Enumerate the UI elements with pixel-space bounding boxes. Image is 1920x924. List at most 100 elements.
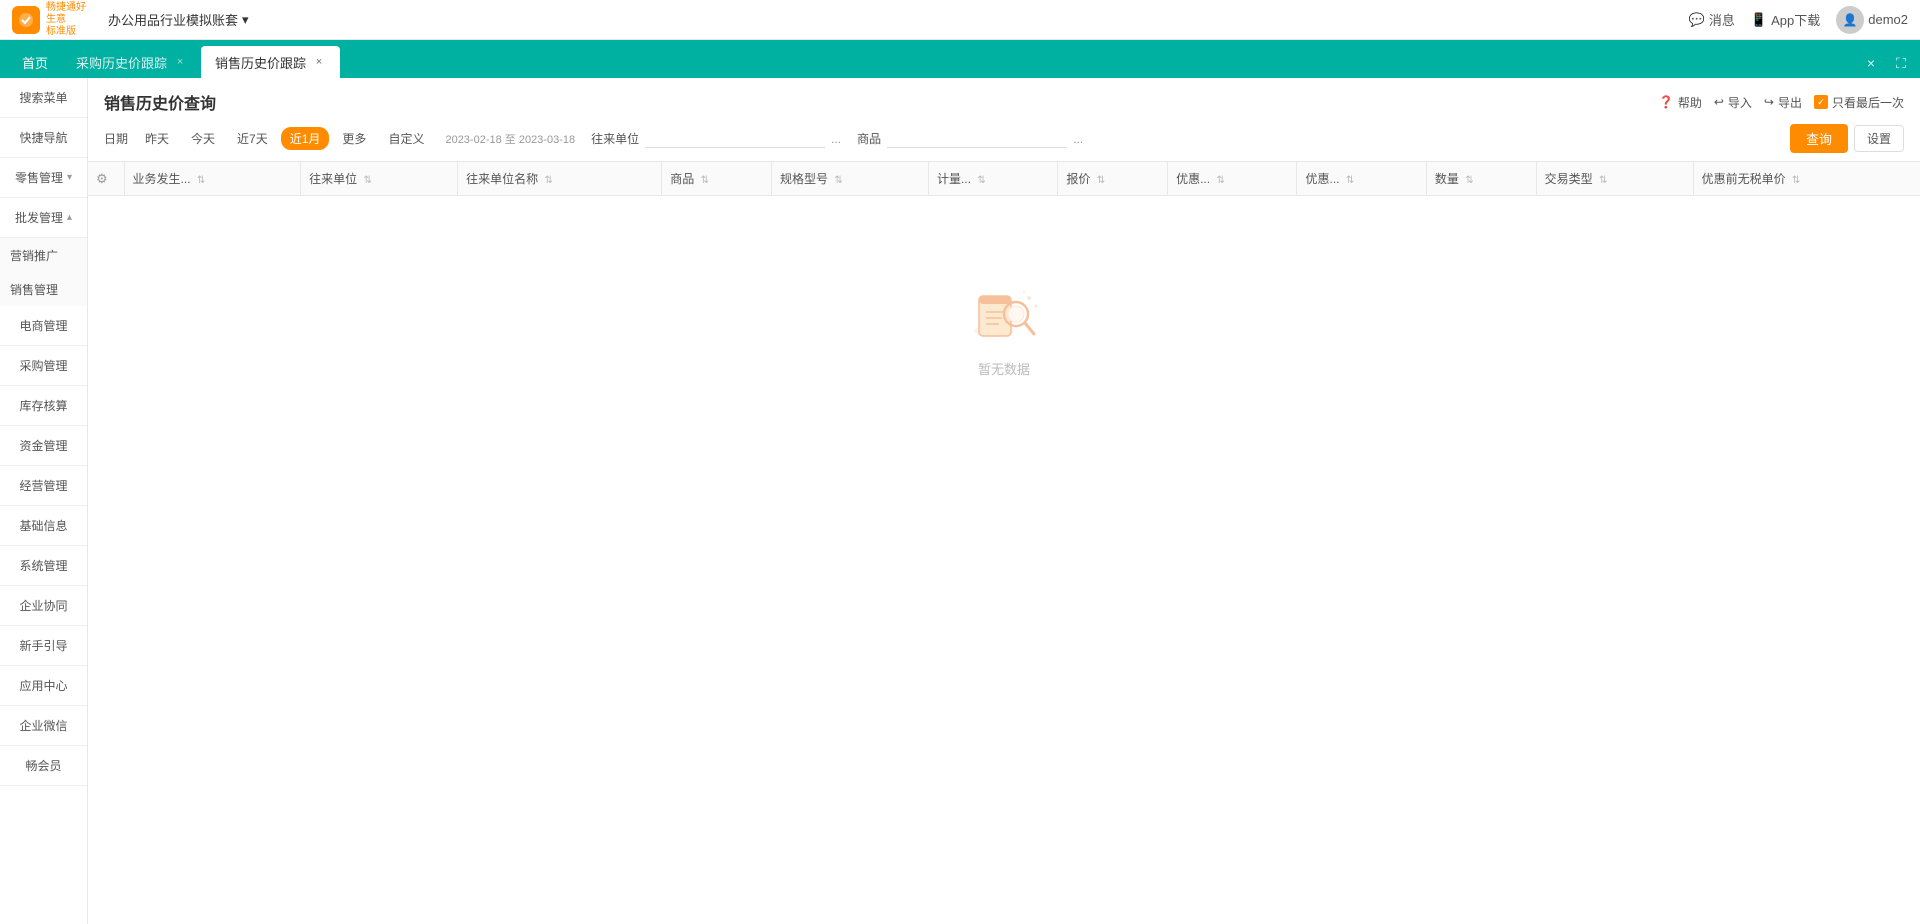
workspace-name: 办公用品行业模拟账套 <box>108 10 238 29</box>
date-btn-today[interactable]: 今天 <box>182 127 224 150</box>
table-container: ⚙ 业务发生... ⇅ 往来单位 ⇅ 往来单位名称 ⇅ <box>88 162 1920 924</box>
col-discount1-sort-icon: ⇅ <box>1216 175 1224 186</box>
goods-filter-dots[interactable]: ... <box>1073 132 1083 146</box>
tab-bar-right-actions: × ⛶ <box>1860 52 1912 78</box>
col-unit-measure[interactable]: 计量... ⇅ <box>928 162 1057 196</box>
app-download-action[interactable]: 📱 App下载 <box>1751 10 1820 29</box>
content-area: 销售历史价查询 ❓ 帮助 ↩ 导入 ↪ 导出 ✓ <box>88 78 1920 924</box>
unit-filter-input[interactable] <box>645 129 825 148</box>
col-trade-type[interactable]: 交易类型 ⇅ <box>1536 162 1693 196</box>
enterprise-wechat-label: 企业微信 <box>19 717 67 734</box>
help-icon: ❓ <box>1659 95 1674 109</box>
system-label: 系统管理 <box>19 557 67 574</box>
col-pre-tax-price-label: 优惠前无税单价 <box>1702 172 1786 186</box>
goods-filter-group: 商品 ... <box>857 129 1083 148</box>
sidebar-item-search-menu[interactable]: 搜索菜单 <box>0 78 87 118</box>
basic-info-label: 基础信息 <box>19 517 67 534</box>
top-header: 畅捷通好生意 标准版 办公用品行业模拟账套 ▾ 💬 消息 📱 App下载 👤 d… <box>0 0 1920 40</box>
workspace-selector[interactable]: 办公用品行业模拟账套 ▾ <box>100 6 257 33</box>
date-btn-1month[interactable]: 近1月 <box>281 127 330 150</box>
workspace-dropdown-icon: ▾ <box>242 12 249 28</box>
help-label: 帮助 <box>1678 94 1702 111</box>
page-actions: ❓ 帮助 ↩ 导入 ↪ 导出 ✓ 只看最后一次 <box>1659 94 1904 111</box>
sidebar-item-newbie[interactable]: 新手引导 <box>0 626 87 666</box>
sidebar-item-basic-info[interactable]: 基础信息 <box>0 506 87 546</box>
tab-purchase-history-close[interactable]: × <box>173 55 187 69</box>
app-logo-text: 畅捷通好生意 标准版 <box>46 2 92 38</box>
sidebar-item-operation[interactable]: 经营管理 <box>0 466 87 506</box>
col-spec[interactable]: 规格型号 ⇅ <box>772 162 929 196</box>
sidebar-item-enterprise-wechat[interactable]: 企业微信 <box>0 706 87 746</box>
table-header-row: ⚙ 业务发生... ⇅ 往来单位 ⇅ 往来单位名称 ⇅ <box>88 162 1920 196</box>
page-title-row: 销售历史价查询 ❓ 帮助 ↩ 导入 ↪ 导出 ✓ <box>104 90 1904 114</box>
col-unit-name-sort-icon: ⇅ <box>544 175 552 186</box>
wholesale-manage-label: 批发管理 <box>15 209 63 226</box>
sidebar-item-system[interactable]: 系统管理 <box>0 546 87 586</box>
col-discount2[interactable]: 优惠... ⇅ <box>1297 162 1426 196</box>
message-icon: 💬 <box>1689 12 1705 28</box>
col-pre-tax-price[interactable]: 优惠前无税单价 ⇅ <box>1693 162 1920 196</box>
page-header: 销售历史价查询 ❓ 帮助 ↩ 导入 ↪ 导出 ✓ <box>88 78 1920 162</box>
col-spec-sort-icon: ⇅ <box>834 175 842 186</box>
member-label: 畅会员 <box>25 757 61 774</box>
checkbox-checked-icon: ✓ <box>1814 95 1828 109</box>
sidebar-item-purchase[interactable]: 采购管理 <box>0 346 87 386</box>
wholesale-manage-arrow-icon: ▴ <box>67 212 72 223</box>
help-action[interactable]: ❓ 帮助 <box>1659 94 1702 111</box>
col-unit-code[interactable]: 往来单位 ⇅ <box>301 162 458 196</box>
fullscreen-btn[interactable]: ⛶ <box>1890 52 1912 74</box>
tab-purchase-history[interactable]: 采购历史价跟踪 × <box>62 46 201 78</box>
sidebar-item-inventory[interactable]: 库存核算 <box>0 386 87 426</box>
import-action[interactable]: ↩ 导入 <box>1714 94 1752 111</box>
newbie-label: 新手引导 <box>19 637 67 654</box>
col-unit-name[interactable]: 往来单位名称 ⇅ <box>458 162 662 196</box>
sidebar-item-wholesale-manage[interactable]: 批发管理 ▴ <box>0 198 87 238</box>
sidebar-item-finance[interactable]: 资金管理 <box>0 426 87 466</box>
avatar: 👤 <box>1836 6 1864 34</box>
retail-manage-label: 零售管理 <box>15 169 63 186</box>
col-goods[interactable]: 商品 ⇅ <box>662 162 772 196</box>
date-btn-7days[interactable]: 近7天 <box>228 127 277 150</box>
close-all-tabs-btn[interactable]: × <box>1860 52 1882 74</box>
retail-manage-arrow-icon: ▾ <box>67 172 72 183</box>
tab-home-label: 首页 <box>22 53 48 72</box>
user-action[interactable]: 👤 demo2 <box>1836 6 1908 34</box>
sidebar-item-enterprise-collab[interactable]: 企业协同 <box>0 586 87 626</box>
sidebar-item-app-center[interactable]: 应用中心 <box>0 666 87 706</box>
goods-filter-input[interactable] <box>887 129 1067 148</box>
date-btn-more[interactable]: 更多 <box>333 127 375 150</box>
only-last-checkbox[interactable]: ✓ 只看最后一次 <box>1814 94 1904 111</box>
sidebar-item-sales-manage[interactable]: 销售管理 <box>0 272 87 306</box>
export-icon: ↪ <box>1764 95 1774 109</box>
tab-sales-history[interactable]: 销售历史价跟踪 × <box>201 46 340 78</box>
unit-filter-label: 往来单位 <box>591 130 639 147</box>
sidebar-item-retail-manage[interactable]: 零售管理 ▾ <box>0 158 87 198</box>
col-discount1[interactable]: 优惠... ⇅ <box>1168 162 1297 196</box>
main-layout: 搜索菜单 快捷导航 零售管理 ▾ 批发管理 ▴ 营销推广 销售管理 电商管理 采… <box>0 78 1920 924</box>
sidebar-item-marketing[interactable]: 营销推广 <box>0 238 87 272</box>
export-action[interactable]: ↪ 导出 <box>1764 94 1802 111</box>
operation-label: 经营管理 <box>19 477 67 494</box>
date-btn-custom[interactable]: 自定义 <box>379 127 433 150</box>
col-unit-code-label: 往来单位 <box>309 172 357 186</box>
col-quote[interactable]: 报价 ⇅ <box>1058 162 1168 196</box>
date-btn-yesterday[interactable]: 昨天 <box>136 127 178 150</box>
sidebar-item-member[interactable]: 畅会员 <box>0 746 87 786</box>
col-biz-date-sort-icon: ⇅ <box>197 175 205 186</box>
col-biz-date[interactable]: 业务发生... ⇅ <box>124 162 301 196</box>
sidebar-item-ecommerce[interactable]: 电商管理 <box>0 306 87 346</box>
tab-bar: 首页 采购历史价跟踪 × 销售历史价跟踪 × × ⛶ <box>0 40 1920 78</box>
tab-sales-history-close[interactable]: × <box>312 55 326 69</box>
app-download-icon: 📱 <box>1751 12 1767 28</box>
table-settings-icon[interactable]: ⚙ <box>96 171 108 186</box>
tab-home[interactable]: 首页 <box>8 46 62 78</box>
settings-button[interactable]: 设置 <box>1854 125 1904 152</box>
col-unit-code-sort-icon: ⇅ <box>364 175 372 186</box>
message-action[interactable]: 💬 消息 <box>1689 10 1735 29</box>
col-quote-sort-icon: ⇅ <box>1097 175 1105 186</box>
query-button[interactable]: 查询 <box>1790 124 1848 153</box>
sidebar-item-quick-nav[interactable]: 快捷导航 <box>0 118 87 158</box>
col-unit-name-label: 往来单位名称 <box>466 172 538 186</box>
col-quantity[interactable]: 数量 ⇅ <box>1426 162 1536 196</box>
unit-filter-dots[interactable]: ... <box>831 132 841 146</box>
